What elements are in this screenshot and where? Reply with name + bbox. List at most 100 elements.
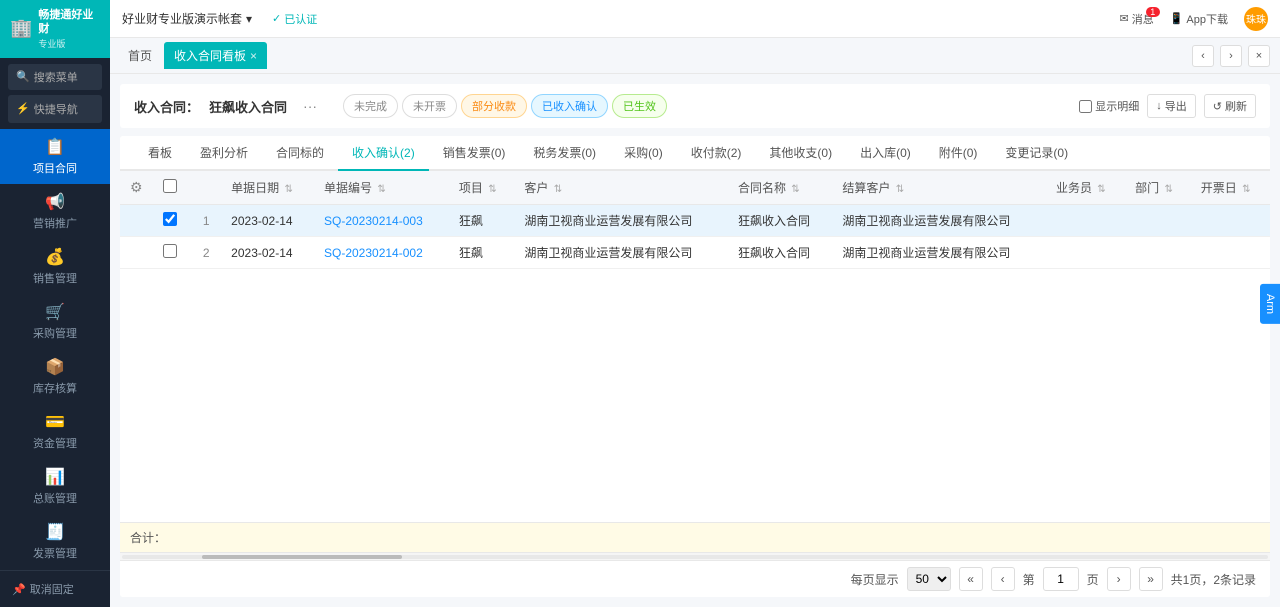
more-options-button[interactable]: ···	[297, 98, 323, 114]
quick-nav-button[interactable]: ⚡ 快捷导航	[8, 95, 102, 123]
row2-order-no[interactable]: SQ-20230214-002	[314, 237, 449, 269]
tab-in-out[interactable]: 出入库(0)	[846, 136, 925, 171]
horizontal-scrollbar[interactable]	[120, 552, 1270, 560]
row2-checkbox-input[interactable]	[163, 244, 177, 258]
row1-num: 1	[191, 205, 221, 237]
tab-contract-std[interactable]: 合同标的	[262, 136, 338, 171]
sidebar-item-inventory[interactable]: 📦 库存核算	[0, 349, 110, 404]
topbar: 好业财专业版演示帐套 ▾ ✓ 已认证 ✉ 消息 1 📱 App下载 珠珠	[110, 0, 1280, 38]
status-incomplete-button[interactable]: 未完成	[343, 94, 398, 118]
download-icon: 📱	[1170, 12, 1184, 25]
tab-close-button[interactable]: ×	[1248, 45, 1270, 67]
order-sort-icon: ⇅	[377, 184, 385, 195]
row2-order-link[interactable]: SQ-20230214-002	[324, 246, 423, 260]
page-end-label: 页	[1087, 571, 1099, 588]
check-icon: ✓	[272, 12, 281, 25]
table-footer: 合计：	[120, 522, 1270, 552]
last-page-button[interactable]: »	[1139, 567, 1163, 591]
search-menu-button[interactable]: 🔍 搜索菜单	[8, 64, 102, 90]
project-column-header[interactable]: 项目 ⇅	[449, 171, 515, 205]
tab-profit[interactable]: 盈利分析	[186, 136, 262, 171]
settlement-customer-column-header[interactable]: 结算客户 ⇅	[832, 171, 1046, 205]
sidebar-item-invoice[interactable]: 🧾 发票管理	[0, 514, 110, 569]
sidebar: 🏢 畅捷通好业财 专业版 🔍 搜索菜单 ⚡ 快捷导航 📋 项目合同 📢 营销推广…	[0, 0, 110, 607]
sidebar-bottom: 📌 取消固定	[0, 570, 110, 607]
search-icon: 🔍	[16, 70, 30, 83]
unpin-button[interactable]: 📌 取消固定	[6, 577, 104, 601]
pagination: 每页显示 50 « ‹ 第 页 › » 共1页，2条记录	[120, 560, 1270, 597]
chevron-down-icon: ▾	[246, 12, 252, 26]
tab-next-button[interactable]: ›	[1220, 45, 1242, 67]
next-page-button[interactable]: ›	[1107, 567, 1131, 591]
date-column-header[interactable]: 单据日期 ⇅	[221, 171, 314, 205]
open-date-column-header[interactable]: 开票日 ⇅	[1191, 171, 1270, 205]
tab-other-receipt[interactable]: 其他收支(0)	[755, 136, 846, 171]
tab-attachment[interactable]: 附件(0)	[925, 136, 992, 171]
select-all-checkbox[interactable]	[163, 179, 177, 193]
department-column-header[interactable]: 部门 ⇅	[1125, 171, 1191, 205]
date-sort-icon: ⇅	[285, 184, 293, 195]
table-row[interactable]: 2 2023-02-14 SQ-20230214-002 狂飙 湖南卫视商业运营…	[120, 237, 1270, 269]
home-tab[interactable]: 首页	[120, 43, 160, 68]
row2-salesperson	[1046, 237, 1125, 269]
company-selector[interactable]: 好业财专业版演示帐套 ▾	[122, 10, 252, 27]
tab-purchase[interactable]: 采购(0)	[610, 136, 677, 171]
sidebar-item-funds[interactable]: 💳 资金管理	[0, 404, 110, 459]
status-partial-button[interactable]: 部分收款	[461, 94, 527, 118]
first-page-button[interactable]: «	[959, 567, 983, 591]
detail-checkbox-input[interactable]	[1079, 100, 1092, 113]
inventory-icon: 📦	[45, 357, 65, 377]
tab-change-log[interactable]: 变更记录(0)	[991, 136, 1082, 171]
status-uninvoiced-button[interactable]: 未开票	[402, 94, 457, 118]
scrollbar-track	[122, 555, 1268, 559]
sidebar-item-marketing[interactable]: 📢 营销推广	[0, 184, 110, 239]
tab-kanban[interactable]: 看板	[134, 136, 186, 171]
row1-order-link[interactable]: SQ-20230214-003	[324, 214, 423, 228]
num-column-header	[191, 171, 221, 205]
sidebar-item-general[interactable]: 📊 总账管理	[0, 459, 110, 514]
close-tab-button[interactable]: ×	[250, 49, 257, 63]
contract-header: 收入合同： 狂飙收入合同 ··· 未完成 未开票 部分收款 已收入确认 已生效 …	[120, 84, 1270, 128]
sidebar-item-sales[interactable]: 💰 销售管理	[0, 239, 110, 294]
row2-date: 2023-02-14	[221, 237, 314, 269]
row2-open-date	[1191, 237, 1270, 269]
row2-customer: 湖南卫视商业运营发展有限公司	[514, 237, 728, 269]
salesperson-column-header[interactable]: 业务员 ⇅	[1046, 171, 1125, 205]
per-page-select[interactable]: 50	[907, 567, 951, 591]
contract-name-sort-icon: ⇅	[791, 184, 799, 195]
tab-income-confirm[interactable]: 收入确认(2)	[338, 136, 429, 171]
sales-icon: 💰	[45, 247, 65, 267]
row1-checkbox-input[interactable]	[163, 212, 177, 226]
tab-sales-invoice[interactable]: 销售发票(0)	[429, 136, 520, 171]
column-settings-icon[interactable]: ⚙	[130, 179, 143, 195]
row2-num: 2	[191, 237, 221, 269]
messages-button[interactable]: ✉ 消息 1	[1120, 11, 1154, 27]
table-row[interactable]: 1 2023-02-14 SQ-20230214-003 狂飙 湖南卫视商业运营…	[120, 205, 1270, 237]
refresh-button[interactable]: ↺ 刷新	[1204, 94, 1256, 118]
status-effective-button[interactable]: 已生效	[612, 94, 667, 118]
row1-contract-name: 狂飙收入合同	[728, 205, 832, 237]
page-number-input[interactable]	[1043, 567, 1079, 591]
sidebar-item-project[interactable]: 📋 项目合同	[0, 129, 110, 184]
show-detail-checkbox[interactable]: 显示明细	[1079, 98, 1139, 114]
prev-page-button[interactable]: ‹	[991, 567, 1015, 591]
arm-button[interactable]: Arm	[1260, 283, 1280, 323]
order-no-column-header[interactable]: 单据编号 ⇅	[314, 171, 449, 205]
row2-checkbox	[153, 237, 192, 269]
tab-prev-button[interactable]: ‹	[1192, 45, 1214, 67]
avatar[interactable]: 珠珠	[1244, 7, 1268, 31]
contract-name-column-header[interactable]: 合同名称 ⇅	[728, 171, 832, 205]
logo-icon: 🏢	[10, 18, 32, 39]
sidebar-item-purchase[interactable]: 🛒 采购管理	[0, 294, 110, 349]
status-confirmed-button[interactable]: 已收入确认	[531, 94, 608, 118]
app-download-button[interactable]: 📱 App下载	[1170, 11, 1228, 27]
row1-customer: 湖南卫视商业运营发展有限公司	[514, 205, 728, 237]
scrollbar-thumb[interactable]	[202, 555, 402, 559]
tab-payment[interactable]: 收付款(2)	[677, 136, 756, 171]
export-button[interactable]: ↓ 导出	[1147, 94, 1196, 118]
customer-column-header[interactable]: 客户 ⇅	[514, 171, 728, 205]
tab-tax-invoice[interactable]: 税务发票(0)	[519, 136, 610, 171]
row1-order-no[interactable]: SQ-20230214-003	[314, 205, 449, 237]
table-panel: 看板 盈利分析 合同标的 收入确认(2) 销售发票(0) 税务发票(0)	[120, 136, 1270, 597]
income-contract-tab[interactable]: 收入合同看板 ×	[164, 42, 267, 69]
